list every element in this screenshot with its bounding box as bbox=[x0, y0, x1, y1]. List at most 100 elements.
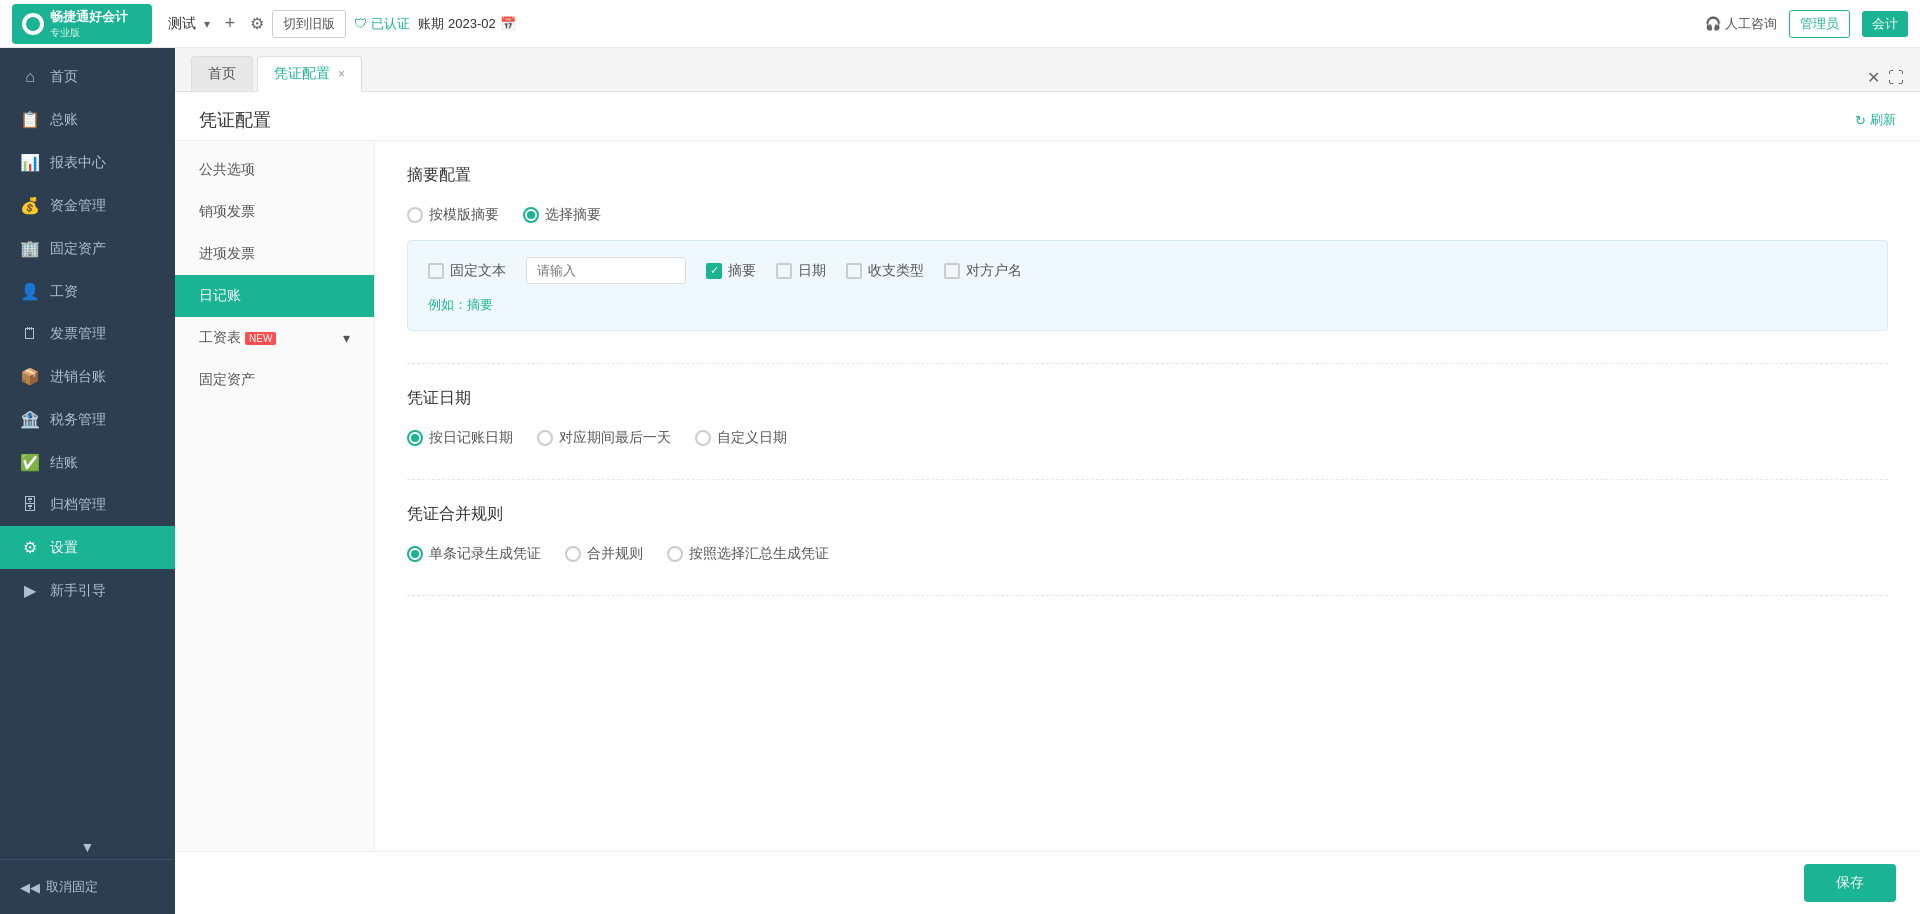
cancel-fixed-button[interactable]: ◀◀ 取消固定 bbox=[10, 870, 165, 904]
left-nav-item-payroll[interactable]: 工资表 NEW ▾ bbox=[175, 317, 374, 359]
add-workspace-button[interactable]: + bbox=[218, 13, 242, 34]
left-nav-item-fixed-assets[interactable]: 固定资产 bbox=[175, 359, 374, 401]
merge-radio-rule[interactable]: 合并规则 bbox=[565, 545, 643, 563]
merge-section: 凭证合并规则 单条记录生成凭证 合并规则 bbox=[407, 504, 1888, 563]
sidebar-nav: ⌂ 首页 📋 总账 📊 报表中心 💰 资金管理 🏢 固定资产 👤 工资 🗒 发票… bbox=[0, 48, 175, 835]
tab-voucher-config[interactable]: 凭证配置 × bbox=[257, 56, 362, 92]
date-radio-journal-circle bbox=[407, 430, 423, 446]
close-button[interactable]: ✕ bbox=[1867, 68, 1880, 87]
merge-radio-single-label: 单条记录生成凭证 bbox=[429, 545, 541, 563]
example-prefix: 例如： bbox=[428, 297, 467, 312]
calendar-icon[interactable]: 📅 bbox=[500, 16, 516, 31]
merge-radio-single[interactable]: 单条记录生成凭证 bbox=[407, 545, 541, 563]
sidebar-icon-fixed-assets: 🏢 bbox=[20, 239, 40, 258]
tab-close-icon[interactable]: × bbox=[338, 67, 345, 81]
sidebar-item-salary[interactable]: 👤 工资 bbox=[0, 270, 175, 313]
left-nav-label-journal: 日记账 bbox=[199, 287, 241, 303]
admin-button[interactable]: 管理员 bbox=[1789, 10, 1850, 38]
fixed-text-checkbox[interactable]: 固定文本 bbox=[428, 262, 506, 280]
page-title: 凭证配置 bbox=[199, 108, 271, 132]
period-value: 2023-02 bbox=[448, 16, 496, 31]
merge-radio-select[interactable]: 按照选择汇总生成凭证 bbox=[667, 545, 829, 563]
page-header: 凭证配置 ↻ 刷新 bbox=[175, 92, 1920, 141]
settings-icon[interactable]: ⚙ bbox=[250, 14, 264, 33]
topbar: 畅捷通好会计 专业版 测试 ▾ + ⚙ 切到旧版 🛡 已认证 账期 2023-0… bbox=[0, 0, 1920, 48]
fixed-text-input[interactable] bbox=[526, 257, 686, 284]
chevron-down-icon-payroll: ▾ bbox=[343, 330, 350, 346]
summary-checkbox-label: 摘要 bbox=[728, 262, 756, 280]
sidebar-label-home: 首页 bbox=[50, 68, 78, 86]
period-info: 账期 2023-02 📅 bbox=[418, 15, 516, 33]
sidebar-item-report[interactable]: 📊 报表中心 bbox=[0, 141, 175, 184]
date-radio-last-day[interactable]: 对应期间最后一天 bbox=[537, 429, 671, 447]
sidebar-item-home[interactable]: ⌂ 首页 bbox=[0, 56, 175, 98]
left-nav-item-purchase-invoice[interactable]: 进项发票 bbox=[175, 233, 374, 275]
date-radio-journal[interactable]: 按日记账日期 bbox=[407, 429, 513, 447]
left-nav-item-sales-invoice[interactable]: 销项发票 bbox=[175, 191, 374, 233]
sidebar-item-fixed-assets[interactable]: 🏢 固定资产 bbox=[0, 227, 175, 270]
save-button[interactable]: 保存 bbox=[1804, 864, 1896, 902]
arrow-left-icon: ◀◀ bbox=[20, 880, 40, 895]
left-nav-item-public[interactable]: 公共选项 bbox=[175, 149, 374, 191]
new-badge-payroll: NEW bbox=[245, 332, 276, 345]
summary-radio-select[interactable]: 选择摘要 bbox=[523, 206, 601, 224]
summary-radio-template[interactable]: 按模版摘要 bbox=[407, 206, 499, 224]
refresh-icon: ↻ bbox=[1855, 113, 1866, 128]
divider-2 bbox=[407, 479, 1888, 480]
left-nav-label-public: 公共选项 bbox=[199, 161, 255, 177]
date-radio-custom[interactable]: 自定义日期 bbox=[695, 429, 787, 447]
merge-radio-group: 单条记录生成凭证 合并规则 按照选择汇总生成凭证 bbox=[407, 545, 1888, 563]
date-checkbox[interactable]: 日期 bbox=[776, 262, 826, 280]
sidebar-item-tax[interactable]: 🏦 税务管理 bbox=[0, 398, 175, 441]
right-content: 摘要配置 按模版摘要 选择摘要 bbox=[375, 141, 1920, 851]
date-checkbox-label: 日期 bbox=[798, 262, 826, 280]
sidebar-item-settings[interactable]: ⚙ 设置 bbox=[0, 526, 175, 569]
sidebar-item-sales[interactable]: 📦 进销台账 bbox=[0, 355, 175, 398]
certified-label: 已认证 bbox=[371, 15, 410, 33]
counterpart-checkbox[interactable]: 对方户名 bbox=[944, 262, 1022, 280]
sidebar-label-sales: 进销台账 bbox=[50, 368, 106, 386]
summary-radio-template-label: 按模版摘要 bbox=[429, 206, 499, 224]
tab-actions: ✕ ⛶ bbox=[1867, 68, 1904, 91]
summary-radio-select-label: 选择摘要 bbox=[545, 206, 601, 224]
sidebar-icon-invoice: 🗒 bbox=[20, 325, 40, 343]
date-checkbox-box bbox=[776, 263, 792, 279]
service-button[interactable]: 🎧 人工咨询 bbox=[1705, 15, 1777, 33]
left-nav-label-payroll: 工资表 bbox=[199, 329, 241, 347]
sidebar-scroll-down[interactable]: ▼ bbox=[0, 835, 175, 859]
sidebar-item-guide[interactable]: ▶ 新手引导 bbox=[0, 569, 175, 612]
sidebar-label-invoice: 发票管理 bbox=[50, 325, 106, 343]
sidebar-icon-tax: 🏦 bbox=[20, 410, 40, 429]
income-expense-checkbox[interactable]: 收支类型 bbox=[846, 262, 924, 280]
example-text: 例如：摘要 bbox=[428, 296, 1867, 314]
service-label: 人工咨询 bbox=[1725, 15, 1777, 33]
logo-icon bbox=[22, 13, 44, 35]
company-name: 畅捷通好会计 bbox=[50, 8, 128, 26]
tab-home[interactable]: 首页 bbox=[191, 56, 253, 91]
sidebar-icon-ledger: 📋 bbox=[20, 110, 40, 129]
sidebar-item-invoice[interactable]: 🗒 发票管理 bbox=[0, 313, 175, 355]
workspace-dropdown-icon[interactable]: ▾ bbox=[204, 17, 210, 31]
expand-button[interactable]: ⛶ bbox=[1888, 69, 1904, 87]
sidebar-label-archive: 归档管理 bbox=[50, 496, 106, 514]
sidebar-label-settings: 设置 bbox=[50, 539, 78, 557]
summary-checkbox[interactable]: 摘要 bbox=[706, 262, 756, 280]
sidebar-icon-home: ⌂ bbox=[20, 68, 40, 86]
left-nav-item-journal[interactable]: 日记账 bbox=[175, 275, 374, 317]
accountant-button[interactable]: 会计 bbox=[1862, 11, 1908, 37]
sidebar-item-fund[interactable]: 💰 资金管理 bbox=[0, 184, 175, 227]
date-section-title: 凭证日期 bbox=[407, 388, 1888, 409]
summary-radio-select-circle bbox=[523, 207, 539, 223]
sidebar-item-settle[interactable]: ✅ 结账 bbox=[0, 441, 175, 484]
refresh-button[interactable]: ↻ 刷新 bbox=[1855, 111, 1896, 129]
merge-radio-select-circle bbox=[667, 546, 683, 562]
sidebar-label-fund: 资金管理 bbox=[50, 197, 106, 215]
switch-old-button[interactable]: 切到旧版 bbox=[272, 10, 346, 38]
fixed-text-label: 固定文本 bbox=[450, 262, 506, 280]
counterpart-label: 对方户名 bbox=[966, 262, 1022, 280]
income-expense-label: 收支类型 bbox=[868, 262, 924, 280]
sidebar-item-ledger[interactable]: 📋 总账 bbox=[0, 98, 175, 141]
date-radio-custom-label: 自定义日期 bbox=[717, 429, 787, 447]
sidebar-item-archive[interactable]: 🗄 归档管理 bbox=[0, 484, 175, 526]
main-layout: ⌂ 首页 📋 总账 📊 报表中心 💰 资金管理 🏢 固定资产 👤 工资 🗒 发票… bbox=[0, 48, 1920, 914]
